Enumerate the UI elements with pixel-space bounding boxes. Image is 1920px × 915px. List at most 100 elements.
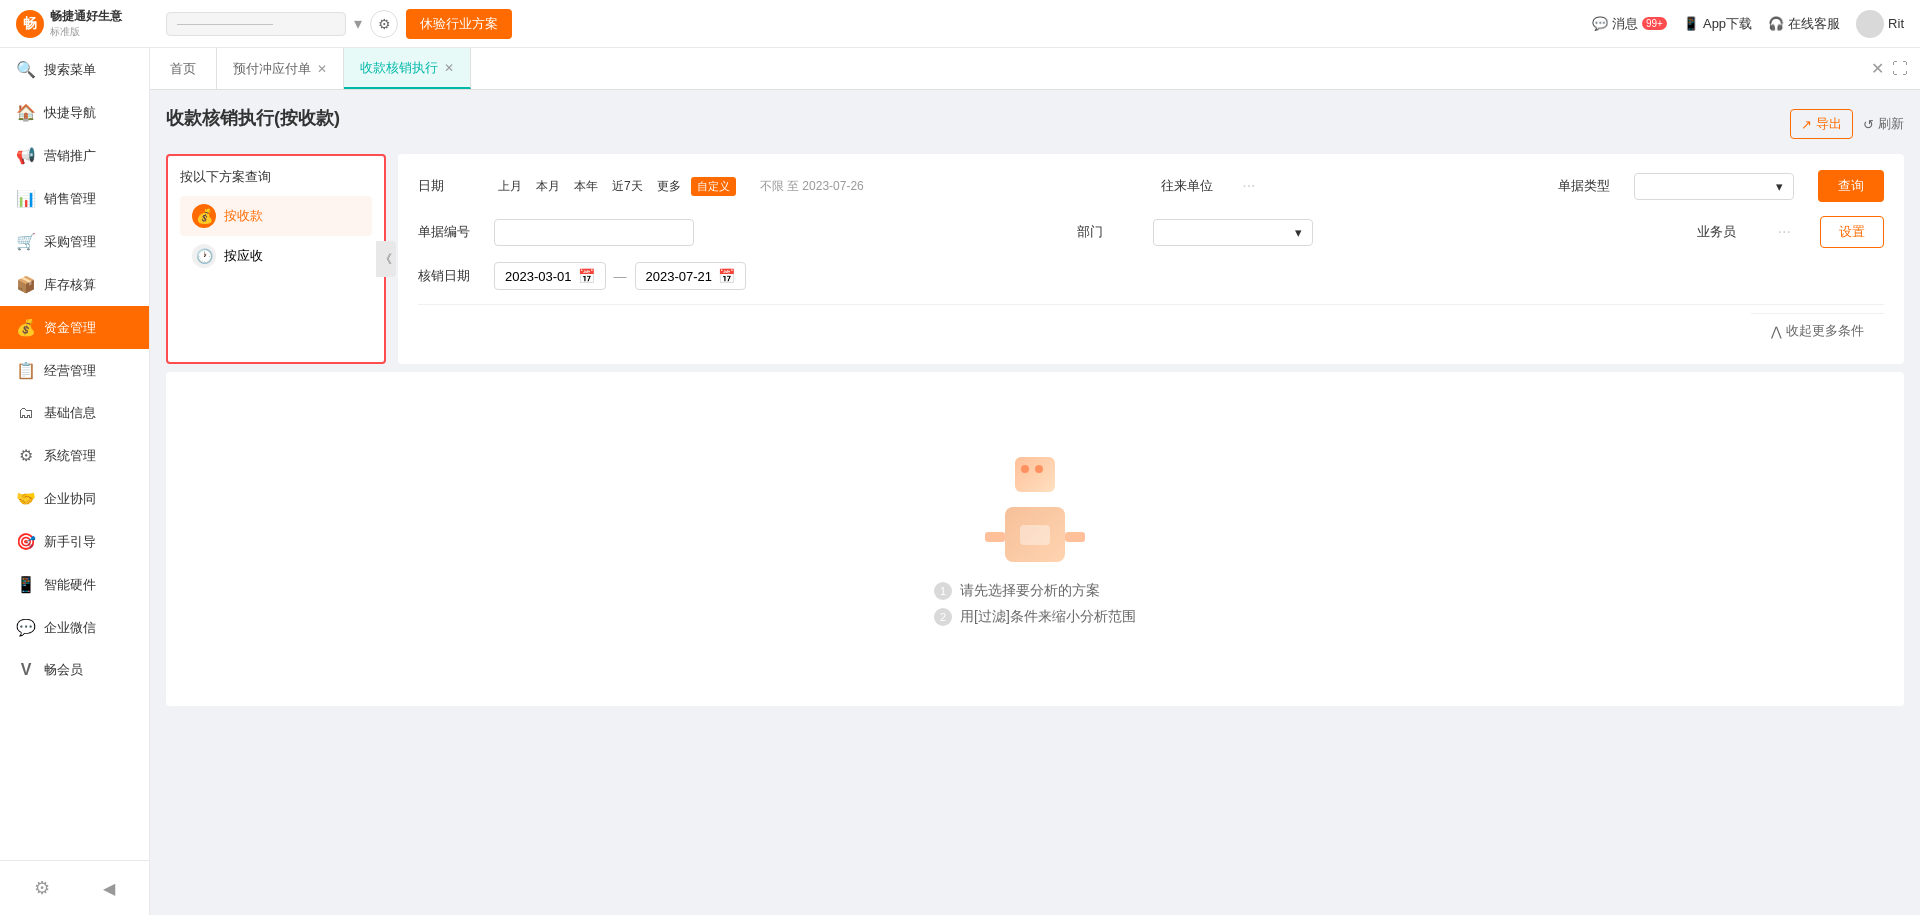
tab-receipt-cancel-label: 收款核销执行: [360, 59, 438, 77]
sidebar-item-label: 搜索菜单: [44, 61, 96, 79]
sidebar-item-purchase[interactable]: 🛒 采购管理: [0, 220, 149, 263]
sidebar-item-member[interactable]: V 畅会员: [0, 649, 149, 691]
sidebar-item-label: 智能硬件: [44, 576, 96, 594]
sidebar-item-label: 企业协同: [44, 490, 96, 508]
verify-date-start-input[interactable]: 2023-03-01 📅: [494, 262, 606, 290]
header-mid: ———————— ▾ ⚙ 休验行业方案: [166, 9, 1592, 39]
tab-home-label: 首页: [170, 60, 196, 78]
tab-home[interactable]: 首页: [150, 48, 217, 89]
gear-icon: ⚙: [378, 16, 391, 32]
date-btn-this-month[interactable]: 本月: [532, 176, 564, 197]
sidebar-item-marketing[interactable]: 📢 营销推广: [0, 134, 149, 177]
setting-button[interactable]: 设置: [1820, 216, 1884, 248]
refresh-icon: ↺: [1863, 117, 1874, 132]
sidebar-item-finance[interactable]: 💰 资金管理: [0, 306, 149, 349]
date-btn-7days[interactable]: 近7天: [608, 176, 647, 197]
chevron-up-icon: ⋀: [1771, 324, 1782, 339]
filter-row-1: 日期 上月 本月 本年 近7天 更多 自定义 不限 至 2023-07-26: [418, 170, 1884, 202]
industry-button[interactable]: 休验行业方案: [406, 9, 512, 39]
marketing-icon: 📢: [16, 146, 36, 165]
date-btn-this-year[interactable]: 本年: [570, 176, 602, 197]
date-btn-last-month[interactable]: 上月: [494, 176, 526, 197]
query-button[interactable]: 查询: [1818, 170, 1884, 202]
sidebar-item-sales[interactable]: 📊 销售管理: [0, 177, 149, 220]
export-icon: ↗: [1801, 117, 1812, 132]
sidebar-item-corp-collab[interactable]: 🤝 企业协同: [0, 477, 149, 520]
tab-prepay-label: 预付冲应付单: [233, 60, 311, 78]
sidebar-item-label: 畅会员: [44, 661, 83, 679]
doc-no-input[interactable]: [494, 219, 694, 246]
app-download-button[interactable]: 📱 App下载: [1683, 15, 1752, 33]
filter-sidebar: 按以下方案查询 💰 按收款 🕐 按应收 《: [166, 154, 386, 364]
sidebar-item-basic-info[interactable]: 🗂 基础信息: [0, 392, 149, 434]
message-button[interactable]: 💬 消息 99+: [1592, 15, 1667, 33]
refresh-button[interactable]: ↺ 刷新: [1863, 115, 1904, 133]
app-title: 畅捷通好生意: [50, 8, 122, 25]
verify-date-end-input[interactable]: 2023-07-21 📅: [635, 262, 747, 290]
user-avatar[interactable]: Rit: [1856, 10, 1904, 38]
sidebar-item-corp-wechat[interactable]: 💬 企业微信: [0, 606, 149, 649]
quick-nav-icon: 🏠: [16, 103, 36, 122]
sidebar-item-smart-hw[interactable]: 📱 智能硬件: [0, 563, 149, 606]
sidebar-item-quick-nav[interactable]: 🏠 快捷导航: [0, 91, 149, 134]
sidebar-item-guide[interactable]: 🎯 新手引导: [0, 520, 149, 563]
header-search-input[interactable]: ————————: [166, 12, 346, 36]
sidebar-item-label: 基础信息: [44, 404, 96, 422]
purchase-icon: 🛒: [16, 232, 36, 251]
online-service-button[interactable]: 🎧 在线客服: [1768, 15, 1840, 33]
empty-tip-1: 1 请先选择要分析的方案: [934, 582, 1136, 600]
sidebar-item-label: 快捷导航: [44, 104, 96, 122]
tab-maximize-icon[interactable]: ⛶: [1892, 60, 1908, 78]
tab-receipt-cancel[interactable]: 收款核销执行 ✕: [344, 48, 471, 89]
tab-close-all-icon[interactable]: ✕: [1871, 59, 1884, 78]
app-logo-icon: 畅: [16, 10, 44, 38]
empty-tips: 1 请先选择要分析的方案 2 用[过滤]条件来缩小分析范围: [934, 582, 1136, 626]
sales-select-dots[interactable]: ···: [1773, 218, 1796, 246]
by-receipt-icon: 💰: [192, 204, 216, 228]
sidebar-item-inventory[interactable]: 📦 库存核算: [0, 263, 149, 306]
doc-type-select[interactable]: ▾: [1634, 173, 1794, 200]
logo-area: 畅 畅捷通好生意 标准版: [16, 8, 166, 39]
tab-receipt-cancel-close[interactable]: ✕: [444, 61, 454, 75]
dept-dropdown-icon: ▾: [1295, 225, 1302, 240]
robot-body: [1005, 507, 1065, 562]
collapse-more-button[interactable]: ⋀ 收起更多条件: [1751, 313, 1884, 348]
dept-select[interactable]: ▾: [1153, 219, 1313, 246]
tab-bar: 首页 预付冲应付单 ✕ 收款核销执行 ✕ ✕ ⛶: [150, 48, 1920, 90]
date-btn-more[interactable]: 更多: [653, 176, 685, 197]
collapse-left-icon: 《: [380, 251, 392, 268]
verify-date-end-value: 2023-07-21: [646, 269, 713, 284]
sidebar-item-search-menu[interactable]: 🔍 搜索菜单: [0, 48, 149, 91]
app-subtitle: 标准版: [50, 25, 122, 39]
smart-hw-icon: 📱: [16, 575, 36, 594]
sidebar-collapse-icon[interactable]: ◀: [103, 879, 115, 898]
header-dropdown-icon[interactable]: ▾: [354, 14, 362, 33]
tab-prepay-close[interactable]: ✕: [317, 62, 327, 76]
sidebar-item-biz-mgmt[interactable]: 📋 经营管理: [0, 349, 149, 392]
member-icon: V: [16, 661, 36, 679]
sidebar-item-system[interactable]: ⚙ 系统管理: [0, 434, 149, 477]
corp-wechat-icon: 💬: [16, 618, 36, 637]
tab-prepay[interactable]: 预付冲应付单 ✕: [217, 48, 344, 89]
empty-tip-2: 2 用[过滤]条件来缩小分析范围: [934, 608, 1136, 626]
export-button[interactable]: ↗ 导出: [1790, 109, 1853, 139]
date-btn-custom[interactable]: 自定义: [691, 177, 736, 196]
header-gear-button[interactable]: ⚙: [370, 10, 398, 38]
sidebar-item-label: 采购管理: [44, 233, 96, 251]
partner-select-dots[interactable]: ···: [1237, 172, 1260, 200]
sidebar-item-label: 新手引导: [44, 533, 96, 551]
top-header: 畅 畅捷通好生意 标准版 ———————— ▾ ⚙ 休验行业方案 💬 消息 99…: [0, 0, 1920, 48]
robot-head: [1015, 457, 1055, 492]
filter-row-2: 单据编号 部门 ▾ 业务员 ··· 设置: [418, 216, 1884, 248]
dept-label: 部门: [1077, 223, 1137, 241]
main-layout: 🔍 搜索菜单 🏠 快捷导航 📢 营销推广 📊 销售管理 🛒 采购管理 📦 库存核…: [0, 48, 1920, 915]
doc-type-label: 单据类型: [1558, 177, 1618, 195]
filter-option-by-receipt[interactable]: 💰 按收款: [180, 196, 372, 236]
sidebar-settings-icon[interactable]: ⚙: [34, 877, 50, 899]
biz-mgmt-icon: 📋: [16, 361, 36, 380]
verify-date-label: 核销日期: [418, 267, 478, 285]
filter-option-by-receivable[interactable]: 🕐 按应收: [180, 236, 372, 276]
filter-collapse-button[interactable]: 《: [376, 241, 396, 277]
filter-row-3: 核销日期 2023-03-01 📅 — 2023-07-21 📅: [418, 262, 1884, 290]
system-icon: ⚙: [16, 446, 36, 465]
